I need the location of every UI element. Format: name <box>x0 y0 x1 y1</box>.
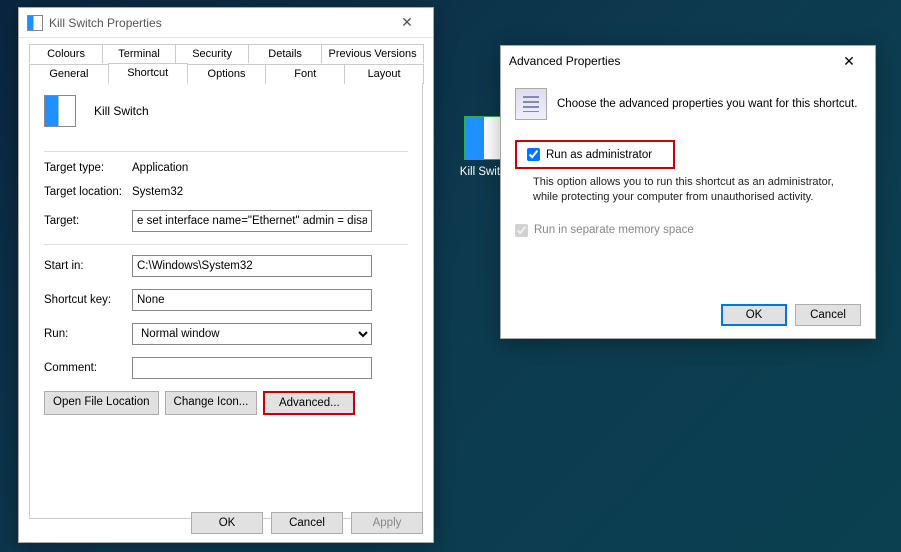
target-location-value: System32 <box>132 186 408 198</box>
tab-font[interactable]: Font <box>265 64 345 84</box>
comment-input[interactable] <box>132 357 372 379</box>
shortcut-panel: Kill Switch Target type: Application Tar… <box>29 83 423 519</box>
run-select[interactable]: Normal window <box>132 323 372 345</box>
advanced-properties-dialog: Advanced Properties ✕ Choose the advance… <box>500 45 876 339</box>
window-icon <box>27 15 43 31</box>
window-title: Advanced Properties <box>509 54 831 68</box>
tab-row-1: Colours Terminal Security Details Previo… <box>19 44 433 63</box>
run-as-admin-row[interactable]: Run as administrator <box>515 140 675 169</box>
target-type-label: Target type: <box>44 162 132 174</box>
titlebar: Advanced Properties ✕ <box>501 46 875 76</box>
separator <box>44 244 408 245</box>
close-icon[interactable]: ✕ <box>389 14 425 31</box>
close-icon[interactable]: ✕ <box>831 53 867 70</box>
titlebar: Kill Switch Properties ✕ <box>19 8 433 38</box>
shortcut-key-input[interactable] <box>132 289 372 311</box>
cancel-button[interactable]: Cancel <box>271 512 343 534</box>
app-icon <box>44 95 76 127</box>
run-label: Run: <box>44 328 132 340</box>
tab-options[interactable]: Options <box>187 64 267 84</box>
tab-terminal[interactable]: Terminal <box>102 44 176 63</box>
dialog-buttons: OK Cancel <box>721 304 861 326</box>
start-in-input[interactable] <box>132 255 372 277</box>
intro-text: Choose the advanced properties you want … <box>557 98 857 110</box>
ok-button[interactable]: OK <box>721 304 787 326</box>
advanced-button[interactable]: Advanced... <box>263 391 355 415</box>
open-file-location-button[interactable]: Open File Location <box>44 391 159 415</box>
run-as-admin-label: Run as administrator <box>546 149 652 161</box>
target-input[interactable] <box>132 210 372 232</box>
app-name: Kill Switch <box>94 104 149 118</box>
start-in-label: Start in: <box>44 260 132 272</box>
run-as-admin-desc: This option allows you to run this short… <box>533 175 861 206</box>
properties-icon <box>515 88 547 120</box>
tab-row-2: General Shortcut Options Font Layout <box>19 63 433 83</box>
tab-previous-versions[interactable]: Previous Versions <box>321 44 424 63</box>
memory-space-row: Run in separate memory space <box>515 224 861 237</box>
intro-row: Choose the advanced properties you want … <box>515 88 861 120</box>
tab-shortcut[interactable]: Shortcut <box>108 63 188 83</box>
comment-label: Comment: <box>44 362 132 374</box>
properties-dialog: Kill Switch Properties ✕ Colours Termina… <box>18 7 434 543</box>
target-label: Target: <box>44 215 132 227</box>
target-type-value: Application <box>132 162 408 174</box>
tab-details[interactable]: Details <box>248 44 322 63</box>
dialog-buttons: OK Cancel Apply <box>191 512 423 534</box>
window-title: Kill Switch Properties <box>49 16 389 30</box>
memory-space-label: Run in separate memory space <box>534 224 694 236</box>
cancel-button[interactable]: Cancel <box>795 304 861 326</box>
memory-space-checkbox <box>515 224 528 237</box>
run-as-admin-checkbox[interactable] <box>527 148 540 161</box>
tab-colours[interactable]: Colours <box>29 44 103 63</box>
tab-general[interactable]: General <box>29 64 109 84</box>
change-icon-button[interactable]: Change Icon... <box>165 391 258 415</box>
ok-button[interactable]: OK <box>191 512 263 534</box>
tab-layout[interactable]: Layout <box>344 64 424 84</box>
tab-security[interactable]: Security <box>175 44 249 63</box>
target-location-label: Target location: <box>44 186 132 198</box>
shortcut-key-label: Shortcut key: <box>44 294 132 306</box>
apply-button[interactable]: Apply <box>351 512 423 534</box>
separator <box>44 151 408 152</box>
